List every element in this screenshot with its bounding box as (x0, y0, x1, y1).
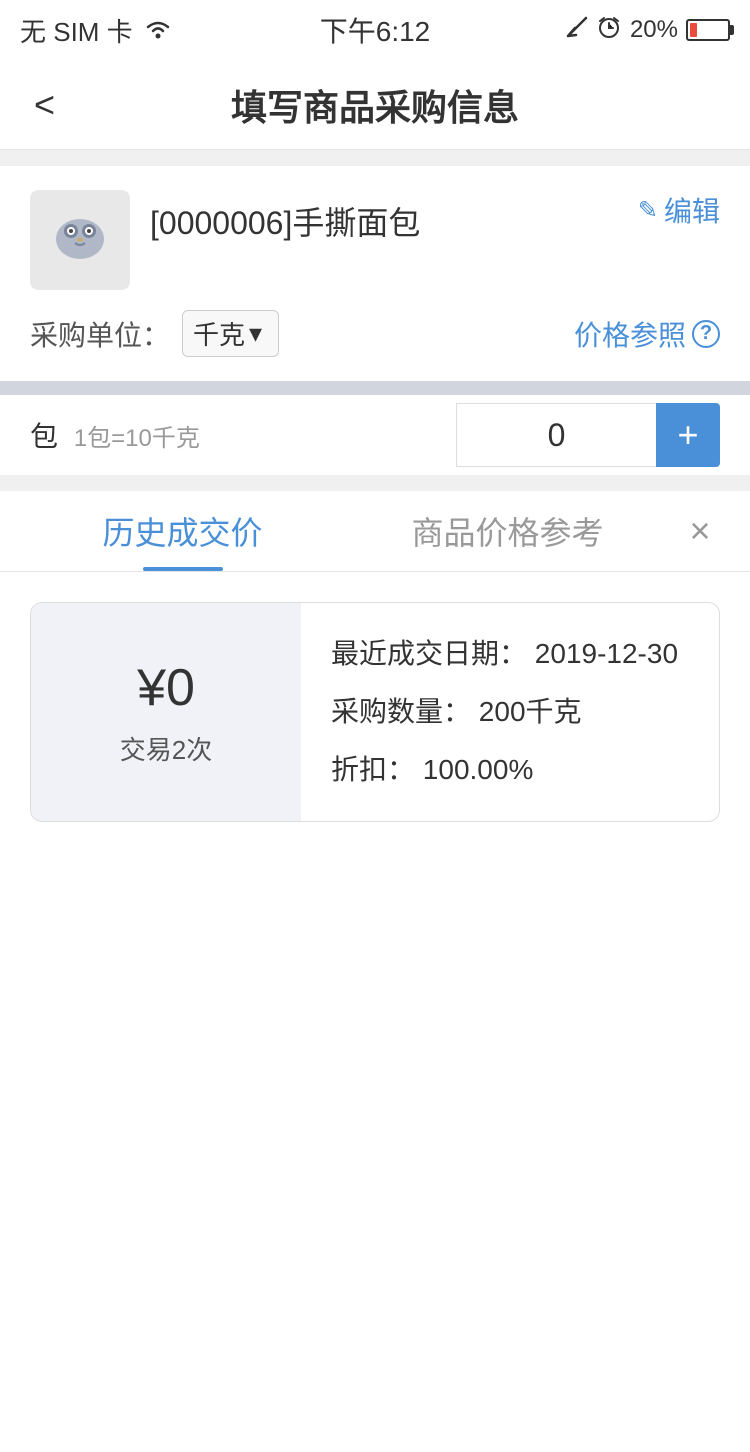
nav-bar: < 填写商品采购信息 (0, 60, 750, 150)
product-left: [0000006]手撕面包 (30, 190, 420, 290)
history-recent-date: 最近成交日期： 2019-12-30 (331, 633, 689, 675)
wifi-icon (143, 15, 173, 46)
page-title: 填写商品采购信息 (231, 79, 519, 131)
edit-label: 编辑 (664, 190, 720, 230)
unit-value: 千克 (193, 315, 245, 352)
battery-icon (686, 19, 730, 41)
history-card: ¥0 交易2次 最近成交日期： 2019-12-30 采购数量： 200千克 折… (30, 602, 720, 822)
product-card: [0000006]手撕面包 ✎ 编辑 采购单位： 千克 ▾ 价格参照 ? (0, 166, 750, 381)
product-header: [0000006]手撕面包 ✎ 编辑 (30, 190, 720, 290)
qty-input-group: + (456, 403, 720, 467)
status-time: 下午6:12 (320, 10, 431, 50)
history-left: ¥0 交易2次 (31, 603, 301, 821)
discount-label: 折扣： (331, 754, 415, 785)
back-button[interactable]: < (24, 74, 65, 136)
unit-label: 采购单位： (30, 314, 170, 354)
bg-area (0, 852, 750, 1452)
divider-strip (0, 381, 750, 395)
tab-price-ref[interactable]: 商品价格参考 (345, 491, 670, 571)
status-bar: 无 SIM 卡 下午6:12 20% (0, 0, 750, 60)
product-thumbnail (30, 190, 130, 290)
price-ref-button[interactable]: 价格参照 ? (574, 314, 720, 354)
history-price: ¥0 (137, 658, 195, 718)
unit-row: 采购单位： 千克 ▾ (30, 310, 279, 357)
unit-select[interactable]: 千克 ▾ (182, 310, 279, 357)
history-discount: 折扣： 100.00% (331, 749, 689, 791)
tab-history-price[interactable]: 历史成交价 (20, 491, 345, 571)
history-content: ¥0 交易2次 最近成交日期： 2019-12-30 采购数量： 200千克 折… (0, 572, 750, 852)
tab-close-button[interactable]: × (670, 491, 730, 571)
qty-label: 包 (30, 421, 58, 452)
battery-pct: 20% (630, 16, 678, 44)
status-right: 20% (566, 14, 730, 47)
history-right: 最近成交日期： 2019-12-30 采购数量： 200千克 折扣： 100.0… (301, 603, 719, 821)
recent-date-value: 2019-12-30 (535, 638, 678, 669)
location-icon (566, 16, 588, 45)
qty-label-group: 包 1包=10千克 (30, 415, 200, 455)
quantity-input[interactable] (456, 403, 656, 467)
history-purchase-qty: 采购数量： 200千克 (331, 691, 689, 733)
price-ref-label: 价格参照 (574, 314, 686, 354)
qty-plus-button[interactable]: + (656, 403, 720, 467)
edit-button[interactable]: ✎ 编辑 (638, 190, 720, 230)
product-meta: 采购单位： 千克 ▾ 价格参照 ? (30, 310, 720, 357)
edit-icon: ✎ (638, 196, 658, 225)
product-name: [0000006]手撕面包 (150, 190, 420, 244)
tabs-panel: 历史成交价 商品价格参考 × ¥0 交易2次 最近成交日期： 2019-12-3… (0, 491, 750, 852)
recent-date-label: 最近成交日期： (331, 638, 527, 669)
purchase-qty-label: 采购数量： (331, 696, 471, 727)
history-trade-count: 交易2次 (120, 730, 212, 767)
quantity-row: 包 1包=10千克 + (0, 395, 750, 475)
product-logo-icon (45, 199, 115, 281)
chevron-down-icon: ▾ (249, 318, 262, 349)
carrier-text: 无 SIM 卡 (20, 12, 133, 49)
alarm-icon (596, 14, 622, 47)
purchase-qty-value: 200千克 (479, 696, 582, 727)
status-left: 无 SIM 卡 (20, 12, 173, 49)
tabs-header: 历史成交价 商品价格参考 × (0, 491, 750, 572)
help-icon[interactable]: ? (692, 320, 720, 348)
discount-value: 100.00% (423, 754, 534, 785)
qty-sub-label: 1包=10千克 (74, 425, 200, 452)
